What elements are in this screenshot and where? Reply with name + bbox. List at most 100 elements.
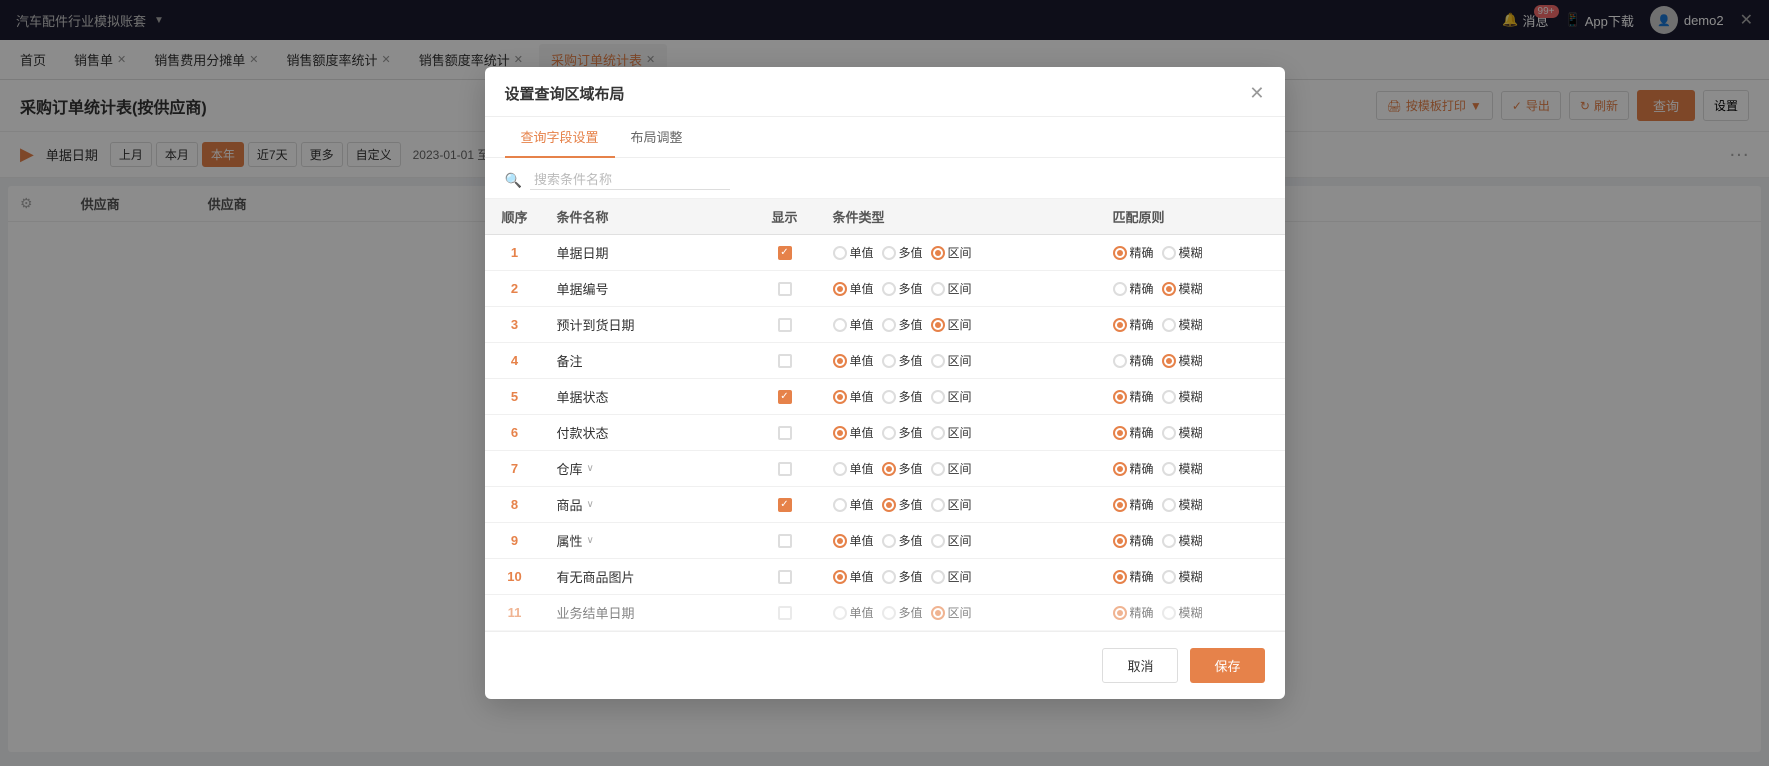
row-5-type-multi-radio[interactable] <box>882 390 896 404</box>
row-3-type-range-radio[interactable] <box>931 318 945 332</box>
row-11-match-exact-radio[interactable] <box>1113 606 1127 620</box>
dialog-close-btn[interactable]: ✕ <box>1249 83 1264 104</box>
row-6-show[interactable] <box>745 426 825 440</box>
row-2-type-multi[interactable]: 多值 <box>882 280 923 297</box>
row-8-type-range-radio[interactable] <box>931 498 945 512</box>
row-6-type-range-radio[interactable] <box>931 426 945 440</box>
row-2-show-checkbox[interactable] <box>778 282 792 296</box>
row-8-show[interactable] <box>745 498 825 512</box>
row-8-match-fuzzy-radio[interactable] <box>1162 498 1176 512</box>
row-10-show[interactable] <box>745 570 825 584</box>
row-5-type-multi[interactable]: 多值 <box>882 388 923 405</box>
row-1-match-fuzzy-radio[interactable] <box>1162 246 1176 260</box>
row-10-type-multi[interactable]: 多值 <box>882 568 923 585</box>
row-9-match-exact[interactable]: 精确 <box>1113 532 1154 549</box>
row-7-match-fuzzy[interactable]: 模糊 <box>1162 460 1203 477</box>
row-7-show[interactable] <box>745 462 825 476</box>
row-2-match-exact-radio[interactable] <box>1113 282 1127 296</box>
row-6-type-single-radio[interactable] <box>833 426 847 440</box>
row-7-type-multi[interactable]: 多值 <box>882 460 923 477</box>
row-2-match-fuzzy[interactable]: 模糊 <box>1162 280 1203 297</box>
tab-layout-adjust[interactable]: 布局调整 <box>615 117 699 158</box>
row-1-type-multi-radio[interactable] <box>882 246 896 260</box>
row-4-type-range-radio[interactable] <box>931 354 945 368</box>
row-9-type-single[interactable]: 单值 <box>833 532 874 549</box>
row-10-match-fuzzy-radio[interactable] <box>1162 570 1176 584</box>
row-5-match-fuzzy-radio[interactable] <box>1162 390 1176 404</box>
row-1-show-checkbox[interactable] <box>778 246 792 260</box>
row-10-match-exact[interactable]: 精确 <box>1113 568 1154 585</box>
row-1-type-multi[interactable]: 多值 <box>882 244 923 261</box>
row-11-type-multi[interactable]: 多值 <box>882 604 923 621</box>
row-8-show-checkbox[interactable] <box>778 498 792 512</box>
row-8-match-fuzzy[interactable]: 模糊 <box>1162 496 1203 513</box>
row-6-type-range[interactable]: 区间 <box>931 424 972 441</box>
row-3-type-single-radio[interactable] <box>833 318 847 332</box>
row-2-type-multi-radio[interactable] <box>882 282 896 296</box>
row-4-match-exact-radio[interactable] <box>1113 354 1127 368</box>
row-10-match-exact-radio[interactable] <box>1113 570 1127 584</box>
row-10-type-range-radio[interactable] <box>931 570 945 584</box>
row-3-type-single[interactable]: 单值 <box>833 316 874 333</box>
row-5-show-checkbox[interactable] <box>778 390 792 404</box>
row-1-match-exact-radio[interactable] <box>1113 246 1127 260</box>
row-1-match-exact[interactable]: 精确 <box>1113 244 1154 261</box>
row-9-match-fuzzy[interactable]: 模糊 <box>1162 532 1203 549</box>
row-11-match-fuzzy-radio[interactable] <box>1162 606 1176 620</box>
row-11-match-exact[interactable]: 精确 <box>1113 604 1154 621</box>
row-7-type-range-radio[interactable] <box>931 462 945 476</box>
row-6-type-multi[interactable]: 多值 <box>882 424 923 441</box>
row-6-match-exact-radio[interactable] <box>1113 426 1127 440</box>
row-7-type-single-radio[interactable] <box>833 462 847 476</box>
row-1-match-fuzzy[interactable]: 模糊 <box>1162 244 1203 261</box>
row-2-match-fuzzy-radio[interactable] <box>1162 282 1176 296</box>
tab-query-fields[interactable]: 查询字段设置 <box>505 117 615 158</box>
row-2-type-range-radio[interactable] <box>931 282 945 296</box>
row-2-show[interactable] <box>745 282 825 296</box>
row-3-match-exact-radio[interactable] <box>1113 318 1127 332</box>
row-8-type-range[interactable]: 区间 <box>931 496 972 513</box>
row-3-show[interactable] <box>745 318 825 332</box>
row-11-show-checkbox[interactable] <box>778 606 792 620</box>
row-5-type-single-radio[interactable] <box>833 390 847 404</box>
row-8-type-single[interactable]: 单值 <box>833 496 874 513</box>
cancel-btn[interactable]: 取消 <box>1102 648 1178 683</box>
row-4-show[interactable] <box>745 354 825 368</box>
row-9-match-fuzzy-radio[interactable] <box>1162 534 1176 548</box>
row-5-type-range-radio[interactable] <box>931 390 945 404</box>
row-11-type-range-radio[interactable] <box>931 606 945 620</box>
row-10-show-checkbox[interactable] <box>778 570 792 584</box>
row-6-match-exact[interactable]: 精确 <box>1113 424 1154 441</box>
row-10-type-single[interactable]: 单值 <box>833 568 874 585</box>
row-4-type-range[interactable]: 区间 <box>931 352 972 369</box>
row-7-match-fuzzy-radio[interactable] <box>1162 462 1176 476</box>
row-10-match-fuzzy[interactable]: 模糊 <box>1162 568 1203 585</box>
row-8-type-multi-radio[interactable] <box>882 498 896 512</box>
row-11-show[interactable] <box>745 606 825 620</box>
row-9-type-single-radio[interactable] <box>833 534 847 548</box>
search-input[interactable] <box>530 170 730 190</box>
row-4-type-single[interactable]: 单值 <box>833 352 874 369</box>
row-3-show-checkbox[interactable] <box>778 318 792 332</box>
row-1-type-single-radio[interactable] <box>833 246 847 260</box>
row-10-type-single-radio[interactable] <box>833 570 847 584</box>
row-4-show-checkbox[interactable] <box>778 354 792 368</box>
row-11-type-multi-radio[interactable] <box>882 606 896 620</box>
row-4-match-fuzzy[interactable]: 模糊 <box>1162 352 1203 369</box>
row-6-type-multi-radio[interactable] <box>882 426 896 440</box>
row-6-match-fuzzy[interactable]: 模糊 <box>1162 424 1203 441</box>
row-3-match-fuzzy-radio[interactable] <box>1162 318 1176 332</box>
row-5-type-range[interactable]: 区间 <box>931 388 972 405</box>
row-5-match-fuzzy[interactable]: 模糊 <box>1162 388 1203 405</box>
row-1-show[interactable] <box>745 246 825 260</box>
row-9-show[interactable] <box>745 534 825 548</box>
save-btn[interactable]: 保存 <box>1190 648 1264 683</box>
row-4-type-multi-radio[interactable] <box>882 354 896 368</box>
row-4-type-multi[interactable]: 多值 <box>882 352 923 369</box>
row-9-match-exact-radio[interactable] <box>1113 534 1127 548</box>
row-7-type-multi-radio[interactable] <box>882 462 896 476</box>
row-5-show[interactable] <box>745 390 825 404</box>
row-6-show-checkbox[interactable] <box>778 426 792 440</box>
row-11-type-single[interactable]: 单值 <box>833 604 874 621</box>
row-5-type-single[interactable]: 单值 <box>833 388 874 405</box>
